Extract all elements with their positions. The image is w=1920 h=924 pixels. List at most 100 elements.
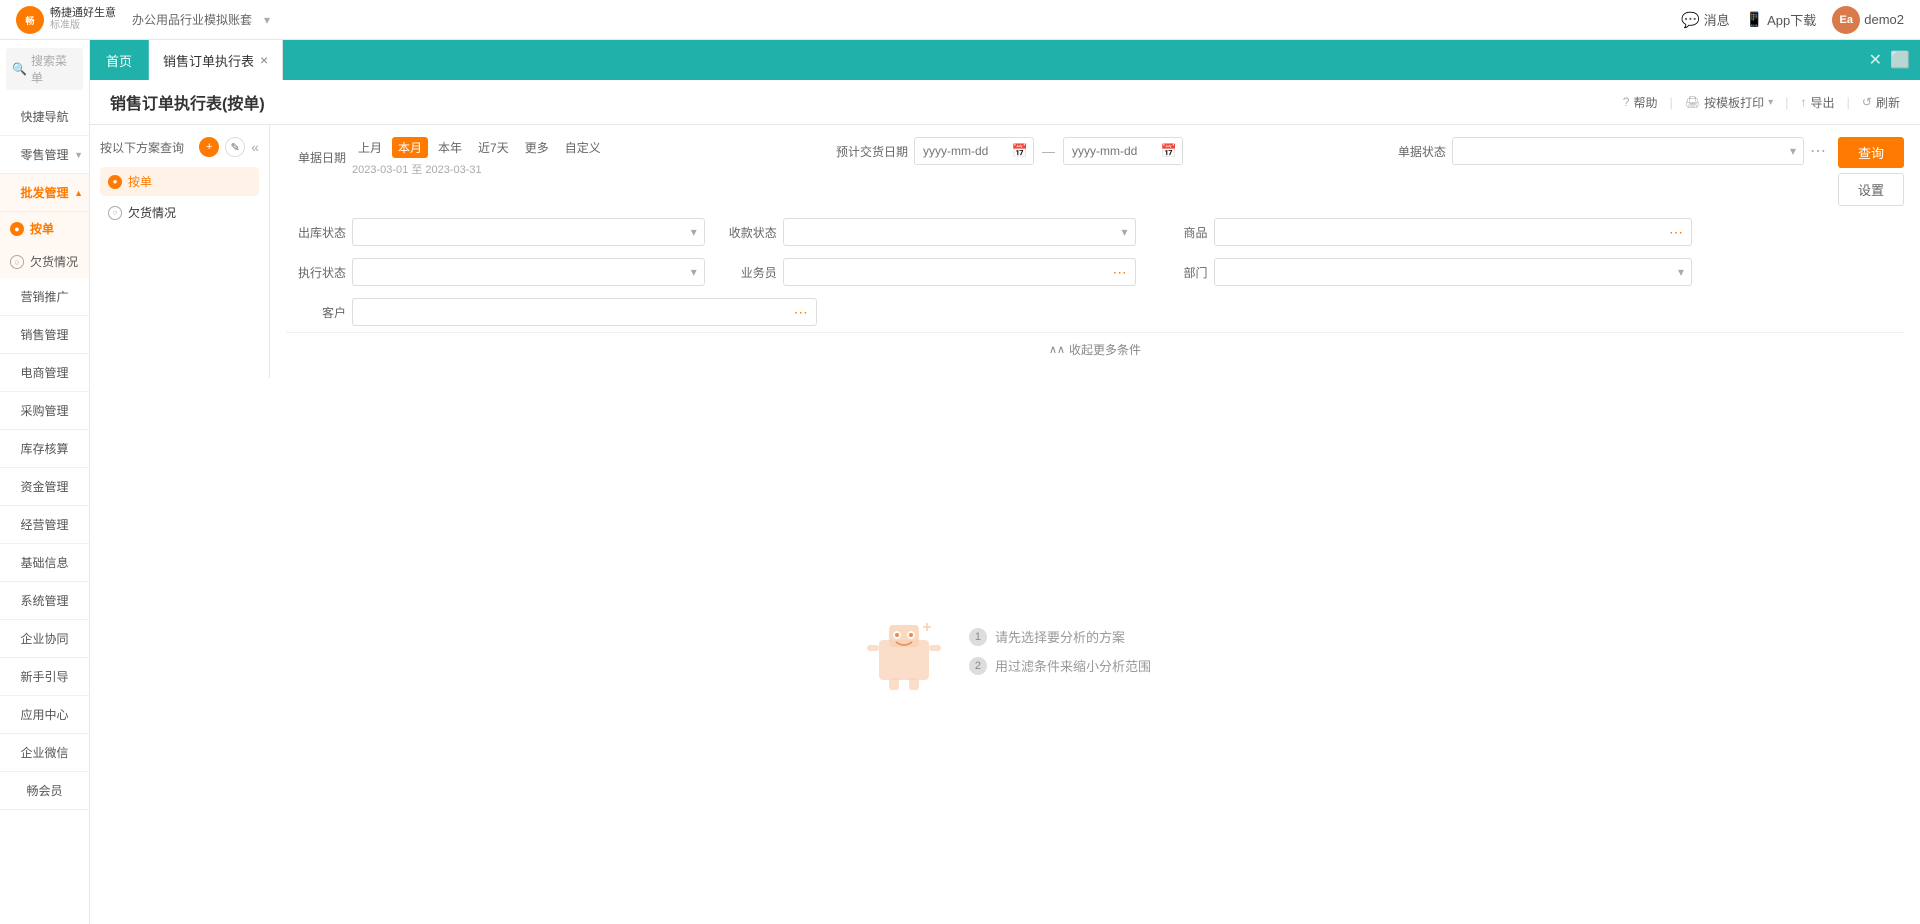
ship-status-label: 出库状态 <box>286 224 346 241</box>
sidebar-item-ecommerce[interactable]: 电商管理 <box>0 354 89 392</box>
template-print-btn[interactable]: 🖨 按模板打印 ▾ <box>1685 94 1773 111</box>
arrears-circle-icon: ○ <box>108 206 122 220</box>
sidebar-search[interactable]: 🔍 搜索菜单 <box>0 40 89 98</box>
customer-label: 客户 <box>286 304 346 321</box>
sidebar-item-operations[interactable]: 经营管理 <box>0 506 89 544</box>
sidebar-item-new-guide[interactable]: 新手引导 <box>0 658 89 696</box>
settings-btn[interactable]: 设置 <box>1838 173 1904 206</box>
date-tab-last-month[interactable]: 上月 <box>352 137 388 158</box>
avatar: Ea <box>1832 6 1860 34</box>
payment-status-select-wrap <box>783 218 1136 246</box>
sidebar-item-finance[interactable]: 资金管理 <box>0 468 89 506</box>
date-tab-custom[interactable]: 自定义 <box>559 137 607 158</box>
tip-num-1: 1 <box>969 628 987 646</box>
filter-inner: 按以下方案查询 + ✎ « ● 按单 ○ 欠货情况 <box>90 125 1920 378</box>
page-header: 销售订单执行表(按单) ? 帮助 | 🖨 按模板打印 ▾ | ↑ 导出 | <box>90 80 1920 125</box>
filter-left-item-arrears[interactable]: ○ 欠货情况 <box>100 198 259 227</box>
dept-select[interactable] <box>1214 258 1692 286</box>
search-icon: 🔍 <box>12 62 27 76</box>
refresh-icon: ↺ <box>1862 95 1872 109</box>
dept-label: 部门 <box>1148 264 1208 281</box>
sidebar-item-inventory[interactable]: 库存核算 <box>0 430 89 468</box>
sidebar-item-basic-info[interactable]: 基础信息 <box>0 544 89 582</box>
exec-status-select[interactable] <box>352 258 705 286</box>
payment-status-label: 收款状态 <box>717 224 777 241</box>
sidebar-item-sales-mgmt[interactable]: 销售管理 <box>0 316 89 354</box>
query-btn[interactable]: 查询 <box>1838 137 1904 168</box>
user-menu[interactable]: Ea demo2 <box>1832 6 1904 34</box>
filter-right-panel: 单据日期 上月 本月 本年 近7天 更多 自定义 20 <box>270 125 1920 378</box>
tab-close-window-icon[interactable]: ✕ <box>1869 50 1882 70</box>
salesperson-input[interactable]: ⋯ <box>783 258 1136 286</box>
app-title: 办公用品行业模拟账套 <box>132 11 252 28</box>
calendar-from-icon[interactable]: 📅 <box>1012 143 1028 159</box>
date-tab-more[interactable]: 更多 <box>519 137 555 158</box>
sidebar-item-sys-mgmt[interactable]: 系统管理 <box>0 582 89 620</box>
empty-illustration <box>859 605 949 698</box>
export-btn[interactable]: ↑ 导出 <box>1801 94 1835 111</box>
content-area: 首页 销售订单执行表 × ✕ ⬜ 销售订单执行表(按单) ? 帮助 | 🖨 <box>90 40 1920 924</box>
sidebar-item-purchase[interactable]: 采购管理 <box>0 392 89 430</box>
app-title-dropdown-icon[interactable]: ▾ <box>264 13 270 27</box>
svg-text:畅: 畅 <box>25 15 34 26</box>
date-tab-this-month[interactable]: 本月 <box>392 137 428 158</box>
tab-close-icon[interactable]: × <box>260 52 268 68</box>
filter-edit-btn[interactable]: ✎ <box>225 137 245 157</box>
app-download-btn[interactable]: 📱 App下载 <box>1746 10 1817 29</box>
sidebar-item-quick-nav[interactable]: 快捷导航 <box>0 98 89 136</box>
top-bar: 畅 畅捷通好生意 标准版 办公用品行业模拟账套 ▾ 💬 消息 📱 App下载 E… <box>0 0 1920 40</box>
tab-maximize-icon[interactable]: ⬜ <box>1890 50 1910 70</box>
sidebar-sub-item-arrears[interactable]: ○ 欠货情况 <box>0 245 89 278</box>
top-bar-left: 畅 畅捷通好生意 标准版 办公用品行业模拟账套 ▾ <box>16 6 270 34</box>
filter-left-icons: + ✎ « <box>199 137 259 157</box>
payment-status-select[interactable] <box>783 218 1136 246</box>
collapse-up-icon: ∧∧ <box>1049 343 1065 356</box>
app-download-icon: 📱 <box>1746 11 1763 28</box>
customer-more-icon[interactable]: ⋯ <box>794 304 808 321</box>
sidebar-item-membership[interactable]: 畅会员 <box>0 772 89 810</box>
expected-date-label: 预计交货日期 <box>836 143 908 160</box>
goods-label: 商品 <box>1148 224 1208 241</box>
ship-status-select[interactable] <box>352 218 705 246</box>
sidebar-item-corp-wechat[interactable]: 企业微信 <box>0 734 89 772</box>
goods-input[interactable]: ⋯ <box>1214 218 1692 246</box>
date-range-text: 2023-03-01 至 2023-03-31 <box>352 161 607 177</box>
salesperson-more-icon[interactable]: ⋯ <box>1113 264 1127 281</box>
status-select[interactable] <box>1452 137 1804 165</box>
help-btn[interactable]: ? 帮助 <box>1623 94 1658 111</box>
tab-home[interactable]: 首页 <box>90 40 149 80</box>
message-btn[interactable]: 💬 消息 <box>1681 10 1730 29</box>
expected-date-to-wrap: 📅 <box>1063 137 1183 165</box>
refresh-btn[interactable]: ↺ 刷新 <box>1862 94 1900 111</box>
help-icon: ? <box>1623 95 1630 109</box>
empty-tip-2: 2 用过滤条件来缩小分析范围 <box>969 656 1151 675</box>
goods-more-icon[interactable]: ⋯ <box>1669 224 1683 241</box>
date-tab-this-year[interactable]: 本年 <box>432 137 468 158</box>
calendar-to-icon[interactable]: 📅 <box>1161 143 1177 159</box>
sidebar-item-enterprise[interactable]: 企业协同 <box>0 620 89 658</box>
filter-collapse-icon[interactable]: « <box>251 139 259 155</box>
retail-mgmt-arrow-icon: ▼ <box>74 150 83 160</box>
export-icon: ↑ <box>1801 95 1807 109</box>
tab-sales-exec[interactable]: 销售订单执行表 × <box>149 40 283 80</box>
sidebar-sub-item-order[interactable]: ● 按单 <box>0 212 89 245</box>
filter-add-btn[interactable]: + <box>199 137 219 157</box>
ship-status-select-wrap <box>352 218 705 246</box>
sidebar-item-wholesale-mgmt[interactable]: 批发管理 ▲ <box>0 174 89 212</box>
date-tab-last7[interactable]: 近7天 <box>472 137 515 158</box>
empty-tips: 1 请先选择要分析的方案 2 用过滤条件来缩小分析范围 <box>969 627 1151 675</box>
status-expand-icon[interactable]: ⋯ <box>1810 141 1826 161</box>
query-btn-area: 查询 设置 <box>1838 137 1904 206</box>
tip-num-2: 2 <box>969 657 987 675</box>
sidebar-item-marketing[interactable]: 营销推广 <box>0 278 89 316</box>
filter-collapse-btn[interactable]: ∧∧ 收起更多条件 <box>286 332 1904 366</box>
sidebar-item-retail-mgmt[interactable]: 零售管理 ▼ <box>0 136 89 174</box>
sidebar-item-app-center[interactable]: 应用中心 <box>0 696 89 734</box>
logo-icon: 畅 <box>16 6 44 34</box>
search-menu-input[interactable]: 🔍 搜索菜单 <box>6 48 83 90</box>
customer-input[interactable]: ⋯ <box>352 298 817 326</box>
sidebar-sub-wholesale: ● 按单 ○ 欠货情况 <box>0 212 89 278</box>
exec-status-select-wrap <box>352 258 705 286</box>
filter-left-item-order[interactable]: ● 按单 <box>100 167 259 196</box>
sidebar: 🔍 搜索菜单 快捷导航 零售管理 ▼ 批发管理 ▲ ● 按单 ○ 欠货情况 <box>0 40 90 924</box>
